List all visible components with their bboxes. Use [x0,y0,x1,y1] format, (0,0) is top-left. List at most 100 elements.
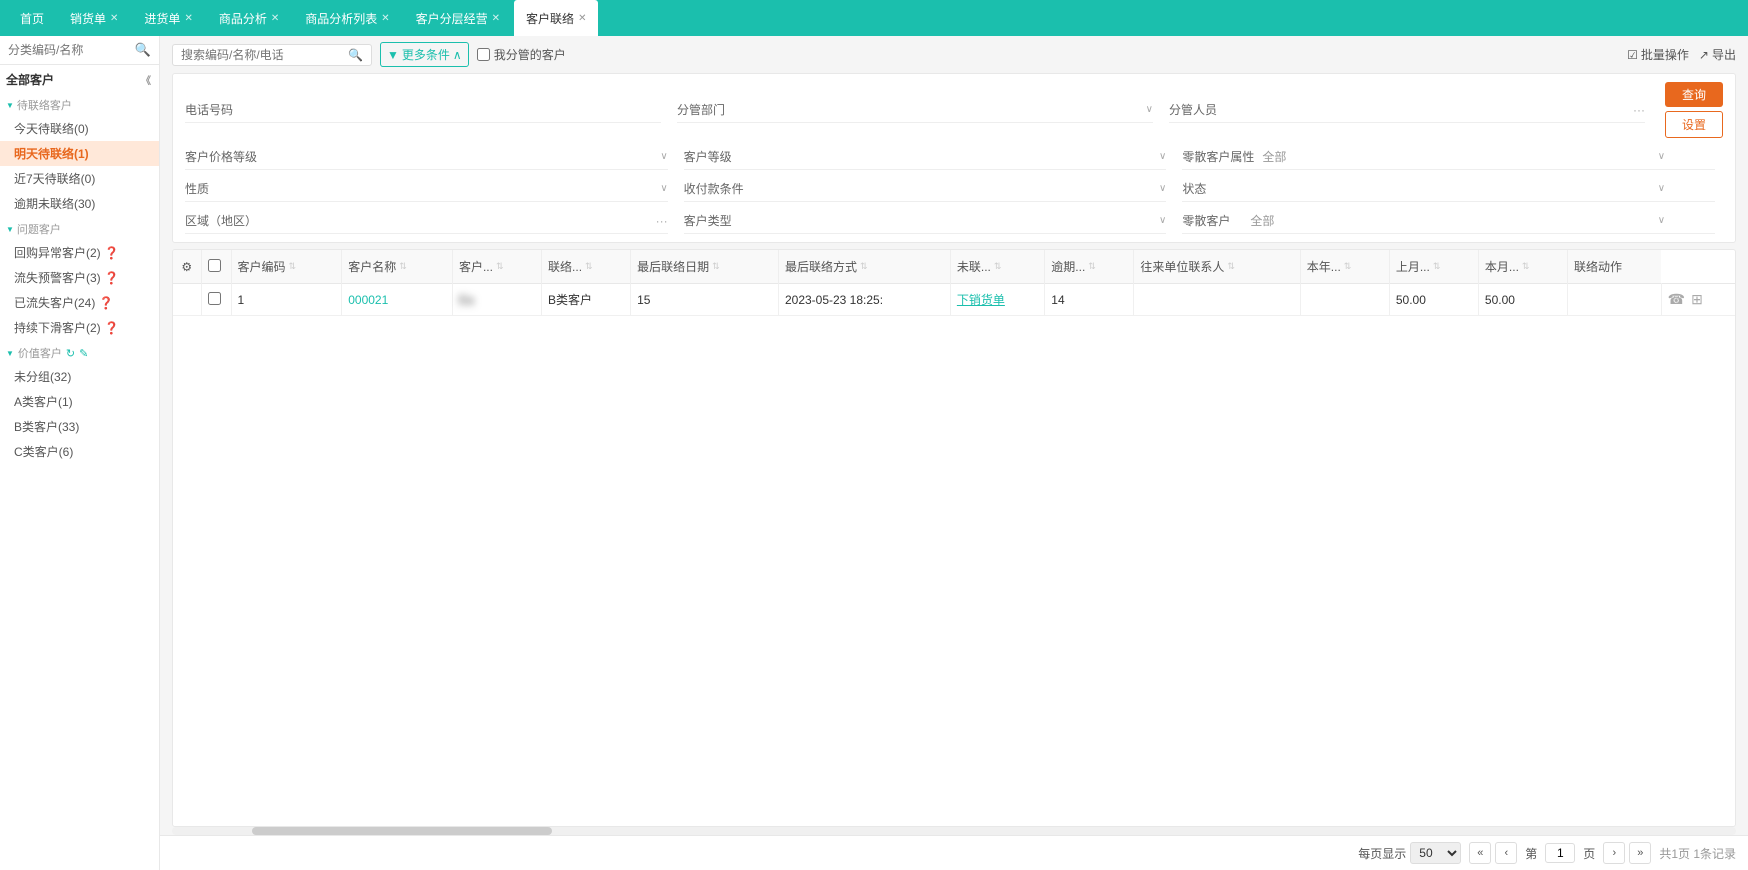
my-customers-checkbox[interactable] [477,48,490,61]
contact-icon[interactable]: ☎ [1668,291,1685,308]
main-search-icon[interactable]: 🔍 [348,48,363,62]
sidebar-item-abnormal-repurchase[interactable]: 回购异常客户(2) ❓ [0,240,159,265]
next-page-button[interactable]: › [1603,842,1625,864]
table-header-no-contact[interactable]: 未联...⇅ [950,250,1044,284]
table-header-checkbox[interactable] [201,250,231,284]
nav-close-icon[interactable]: ✕ [271,13,279,24]
row-type: B类客户 [542,284,631,316]
row-last-month: 50.00 [1478,284,1567,316]
nav-customer-contact[interactable]: 客户联络 ✕ [514,0,598,36]
query-button[interactable]: 查询 [1665,82,1723,107]
table-header-code[interactable]: 客户编码⇅ [231,250,342,284]
nav-customer-segmentation[interactable]: 客户分层经营 ✕ [404,0,512,36]
sidebar-section-value: 价值客户 ↻ ✎ [0,340,159,364]
first-page-button[interactable]: « [1469,842,1491,864]
scrollbar-thumb[interactable] [252,827,552,835]
sidebar-item-declining[interactable]: 持续下滑客户(2) ❓ [0,315,159,340]
nav-close-icon[interactable]: ✕ [184,13,192,24]
sidebar-item-7days-pending[interactable]: 近7天待联络(0) [0,166,159,191]
filter-customer-grade-select[interactable]: ∨ [752,151,1167,162]
last-page-button[interactable]: » [1629,842,1651,864]
sidebar-collapse-icon[interactable]: 《 [141,72,151,87]
sidebar-item-churn-warning[interactable]: 流失预警客户(3) ❓ [0,265,159,290]
sidebar-search-input[interactable] [8,43,135,57]
table-header-name[interactable]: 客户名称⇅ [342,250,453,284]
nav-close-icon[interactable]: ✕ [110,13,118,24]
toolbar: 🔍 ▼ 更多条件 ∧ 我分管的客户 ☑ 批量操作 ↗ 导出 [160,36,1748,73]
chevron-down-icon: ∨ [1159,215,1166,226]
page-size-select[interactable]: 20 50 100 [1410,842,1461,864]
nav-home[interactable]: 首页 [8,0,56,36]
filter-customer-type-select[interactable]: ∨ [752,215,1167,226]
filter-phone-input[interactable] [253,103,661,117]
row-name[interactable]: Ea [452,284,541,316]
sidebar-item-today-pending[interactable]: 今天待联络(0) [0,116,159,141]
more-icon[interactable]: ··· [1633,103,1645,117]
filter-region-dots[interactable]: ··· [265,214,668,228]
sidebar: 🔍 全部客户 《 待联络客户 今天待联络(0) 明天待联络(1) 近7天待联络(… [0,36,160,870]
sidebar-item-class-c[interactable]: C类客户(6) [0,439,159,464]
table-header-contact-person[interactable]: 往来单位联系人⇅ [1134,250,1300,284]
page-number-input[interactable] [1545,843,1575,863]
select-all-checkbox[interactable] [208,259,221,272]
more-filters-button[interactable]: ▼ 更多条件 ∧ [380,42,469,67]
filter-retail-attr-select[interactable]: 全部 ∨ [1262,148,1665,165]
my-customers-checkbox-label[interactable]: 我分管的客户 [477,46,566,63]
filter-nature: 性质 ∨ [185,176,668,202]
sidebar-item-ungrouped[interactable]: 未分组(32) [0,364,159,389]
prev-page-button[interactable]: ‹ [1495,842,1517,864]
export-button[interactable]: ↗ 导出 [1699,46,1736,63]
batch-operations-button[interactable]: ☑ 批量操作 [1627,46,1689,63]
nav-purchase-order[interactable]: 进货单 ✕ [132,0,204,36]
sidebar-section-pending: 待联络客户 [0,92,159,116]
chevron-down-icon: ∨ [1146,104,1153,115]
filter-manager-dots[interactable]: ··· [1237,103,1645,117]
filter-price-grade-select[interactable]: ∨ [265,151,668,162]
nav-close-icon[interactable]: ✕ [492,13,500,24]
filter-nature-select[interactable]: ∨ [253,183,668,194]
main-layout: 🔍 全部客户 《 待联络客户 今天待联络(0) 明天待联络(1) 近7天待联络(… [0,36,1748,870]
row-checkbox[interactable] [201,284,231,316]
filter-actions: 查询 设置 [1665,82,1723,138]
table-header-overdue[interactable]: 逾期...⇅ [1045,250,1134,284]
sidebar-search-icon[interactable]: 🔍 [135,42,151,58]
sidebar-item-overdue-contact[interactable]: 逾期未联络(30) [0,191,159,216]
sidebar-item-tomorrow-pending[interactable]: 明天待联络(1) [0,141,159,166]
nav-product-analysis-list[interactable]: 商品分析列表 ✕ [293,0,401,36]
sidebar-all-customers[interactable]: 全部客户 《 [0,65,159,92]
main-search-input[interactable] [181,48,343,62]
horizontal-scrollbar[interactable] [172,827,1736,835]
pagination-nav: « ‹ 第 页 › » [1469,842,1651,864]
table-header-action: 联络动作 [1567,250,1661,284]
nav-close-icon[interactable]: ✕ [578,13,586,24]
table-header-this-year[interactable]: 本年...⇅ [1300,250,1389,284]
more-icon[interactable]: ··· [656,214,668,228]
sidebar-item-class-a[interactable]: A类客户(1) [0,389,159,414]
filter-payment-terms-select[interactable]: ∨ [752,183,1167,194]
row-code[interactable]: 000021 [342,284,453,316]
table-header-last-contact-date[interactable]: 最后联络日期⇅ [631,250,779,284]
sidebar-search-box: 🔍 [0,36,159,65]
settings-button[interactable]: 设置 [1665,111,1723,138]
nav-product-analysis[interactable]: 商品分析 ✕ [207,0,291,36]
table-header-this-month[interactable]: 本月...⇅ [1478,250,1567,284]
sidebar-item-churned[interactable]: 已流失客户(24) ❓ [0,290,159,315]
chevron-down-icon: ∨ [1658,151,1665,162]
row-last-contact-method[interactable]: 下销货单 [950,284,1044,316]
table-header-last-contact-method[interactable]: 最后联络方式⇅ [778,250,950,284]
filter-retail-customer-select[interactable]: 全部 ∨ [1250,212,1665,229]
table-header-contact-count[interactable]: 联络...⇅ [542,250,631,284]
filter-status: 状态 ∨ [1182,176,1715,202]
table-header-gear[interactable]: ⚙ [173,250,201,284]
row-this-month [1567,284,1661,316]
filter-status-select[interactable]: ∨ [1250,183,1665,194]
filter-department-select[interactable]: ∨ [745,104,1153,115]
nav-close-icon[interactable]: ✕ [381,13,389,24]
table-header-last-month[interactable]: 上月...⇅ [1389,250,1478,284]
grid-icon[interactable]: ⊞ [1691,291,1703,308]
customer-table-container: ⚙ 客户编码⇅ 客户名称⇅ 客户...⇅ 联络...⇅ 最后联络日期⇅ 最后联络… [172,249,1736,827]
filter-department: 分管部门 ∨ [677,97,1153,123]
sidebar-item-class-b[interactable]: B类客户(33) [0,414,159,439]
table-header-type[interactable]: 客户...⇅ [452,250,541,284]
nav-sales-order[interactable]: 销货单 ✕ [58,0,130,36]
